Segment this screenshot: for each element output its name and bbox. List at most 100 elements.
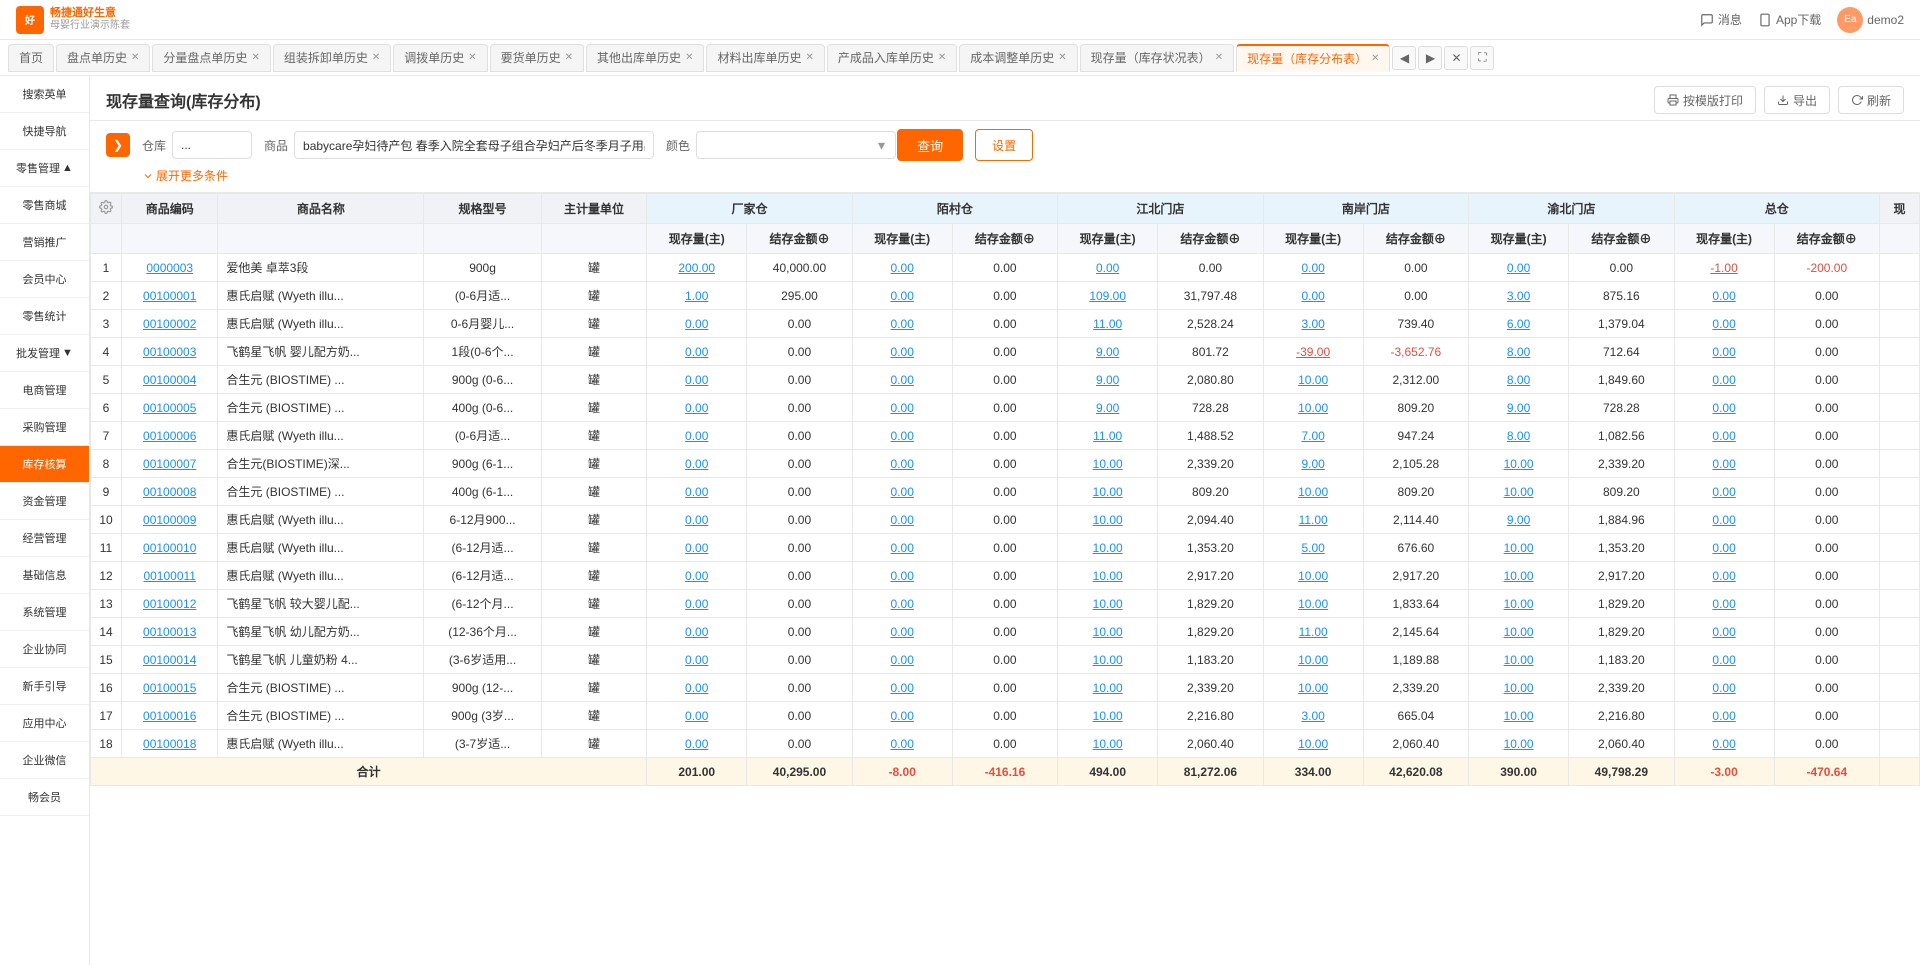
cell-factory-qty[interactable]: 1.00 [647,282,747,310]
cell-nanan-qty[interactable]: 10.00 [1263,366,1363,394]
cell-code[interactable]: 00100009 [122,506,218,534]
sidebar-item-retail-shop[interactable]: 零售商城 [0,187,89,224]
color-input[interactable] [696,131,896,159]
cell-mucun-qty[interactable]: 0.00 [852,618,952,646]
cell-total-qty[interactable]: 0.00 [1674,310,1774,338]
cell-nanan-qty[interactable]: 10.00 [1263,646,1363,674]
cell-mucun-qty[interactable]: 0.00 [852,674,952,702]
cell-total-qty[interactable]: 0.00 [1674,450,1774,478]
sidebar-item-wholesale[interactable]: 批发管理 ▼ [0,335,89,372]
cell-code[interactable]: 00100013 [122,618,218,646]
cell-code[interactable]: 00100018 [122,730,218,758]
color-dropdown-icon[interactable]: ▾ [878,137,885,154]
cell-factory-qty[interactable]: 0.00 [647,674,747,702]
cell-mucun-qty[interactable]: 0.00 [852,450,952,478]
cell-nanan-qty[interactable]: 10.00 [1263,394,1363,422]
cell-factory-qty[interactable]: 0.00 [647,730,747,758]
tab-assembly[interactable]: 组装拆卸单历史✕ [273,44,391,72]
cell-total-qty[interactable]: 0.00 [1674,338,1774,366]
cell-yubei-qty[interactable]: 8.00 [1469,366,1569,394]
tab-close-7[interactable]: ✕ [805,52,813,63]
cell-total-qty[interactable]: 0.00 [1674,730,1774,758]
cell-nanan-qty[interactable]: 11.00 [1263,506,1363,534]
cell-factory-qty[interactable]: 0.00 [647,618,747,646]
tab-order[interactable]: 要货单历史✕ [490,44,584,72]
tab-close-2[interactable]: ✕ [251,52,259,63]
cell-factory-qty[interactable]: 200.00 [647,254,747,282]
cell-yubei-qty[interactable]: 10.00 [1469,618,1569,646]
sidebar-item-marketing[interactable]: 营销推广 [0,224,89,261]
cell-jiangbei-qty[interactable]: 10.00 [1058,674,1158,702]
cell-code[interactable]: 0000003 [122,254,218,282]
sidebar-item-guide[interactable]: 新手引导 [0,668,89,705]
cell-jiangbei-qty[interactable]: 10.00 [1058,478,1158,506]
tab-other-out[interactable]: 其他出库单历史✕ [586,44,704,72]
cell-code[interactable]: 00100012 [122,590,218,618]
cell-mucun-qty[interactable]: 0.00 [852,702,952,730]
cell-code[interactable]: 00100007 [122,450,218,478]
cell-jiangbei-qty[interactable]: 10.00 [1058,534,1158,562]
cell-total-qty[interactable]: 0.00 [1674,394,1774,422]
cell-code[interactable]: 00100008 [122,478,218,506]
cell-mucun-qty[interactable]: 0.00 [852,562,952,590]
sidebar-item-retail-stats[interactable]: 零售统计 [0,298,89,335]
cell-factory-qty[interactable]: 0.00 [647,702,747,730]
tab-material-out[interactable]: 材料出库单历史✕ [706,44,824,72]
cell-mucun-qty[interactable]: 0.00 [852,282,952,310]
cell-yubei-qty[interactable]: 10.00 [1469,674,1569,702]
tab-close-11[interactable]: ✕ [1371,53,1379,64]
cell-jiangbei-qty[interactable]: 10.00 [1058,702,1158,730]
cell-yubei-qty[interactable]: 10.00 [1469,562,1569,590]
cell-nanan-qty[interactable]: 0.00 [1263,282,1363,310]
cell-mucun-qty[interactable]: 0.00 [852,338,952,366]
print-btn[interactable]: 按模版打印 [1654,86,1756,114]
tab-close-8[interactable]: ✕ [938,52,946,63]
tab-nav-right[interactable]: ▶ [1418,46,1442,70]
cell-yubei-qty[interactable]: 8.00 [1469,422,1569,450]
sidebar-item-member[interactable]: 会员中心 [0,261,89,298]
cell-yubei-qty[interactable]: 10.00 [1469,450,1569,478]
sidebar-item-ops[interactable]: 经营管理 [0,520,89,557]
tab-close-9[interactable]: ✕ [1058,52,1066,63]
cell-jiangbei-qty[interactable]: 10.00 [1058,562,1158,590]
cell-jiangbei-qty[interactable]: 11.00 [1058,310,1158,338]
user-area[interactable]: Ea demo2 [1837,7,1904,33]
tab-inventory-check[interactable]: 盘点单历史✕ [56,44,150,72]
app-download-btn[interactable]: App下载 [1758,11,1821,28]
cell-code[interactable]: 00100001 [122,282,218,310]
cell-yubei-qty[interactable]: 9.00 [1469,394,1569,422]
cell-mucun-qty[interactable]: 0.00 [852,730,952,758]
cell-total-qty[interactable]: 0.00 [1674,478,1774,506]
tab-home[interactable]: 首页 [8,44,54,72]
cell-mucun-qty[interactable]: 0.00 [852,366,952,394]
cell-mucun-qty[interactable]: 0.00 [852,310,952,338]
cell-factory-qty[interactable]: 0.00 [647,590,747,618]
cell-total-qty[interactable]: 0.00 [1674,562,1774,590]
cell-nanan-qty[interactable]: 7.00 [1263,422,1363,450]
sidebar-item-member2[interactable]: 畅会员 [0,779,89,816]
cell-nanan-qty[interactable]: 3.00 [1263,702,1363,730]
cell-total-qty[interactable]: -1.00 [1674,254,1774,282]
cell-jiangbei-qty[interactable]: 11.00 [1058,422,1158,450]
tab-close-5[interactable]: ✕ [565,52,573,63]
tab-stock-status[interactable]: 现存量（库存状况表）✕ [1080,44,1234,72]
tab-transfer[interactable]: 调拨单历史✕ [393,44,487,72]
warehouse-input[interactable] [172,131,252,159]
cell-jiangbei-qty[interactable]: 10.00 [1058,506,1158,534]
cell-total-qty[interactable]: 0.00 [1674,702,1774,730]
message-btn[interactable]: 消息 [1700,11,1742,28]
cell-total-qty[interactable]: 0.00 [1674,618,1774,646]
cell-mucun-qty[interactable]: 0.00 [852,478,952,506]
cell-code[interactable]: 00100002 [122,310,218,338]
th-settings[interactable] [91,194,122,224]
cell-jiangbei-qty[interactable]: 10.00 [1058,590,1158,618]
cell-nanan-qty[interactable]: 9.00 [1263,450,1363,478]
cell-mucun-qty[interactable]: 0.00 [852,534,952,562]
cell-nanan-qty[interactable]: 11.00 [1263,618,1363,646]
export-btn[interactable]: 导出 [1764,86,1830,114]
cell-nanan-qty[interactable]: 10.00 [1263,478,1363,506]
tab-product-in[interactable]: 产成品入库单历史✕ [827,44,957,72]
refresh-btn[interactable]: 刷新 [1838,86,1904,114]
tab-close-10[interactable]: ✕ [1215,52,1223,63]
cell-factory-qty[interactable]: 0.00 [647,534,747,562]
